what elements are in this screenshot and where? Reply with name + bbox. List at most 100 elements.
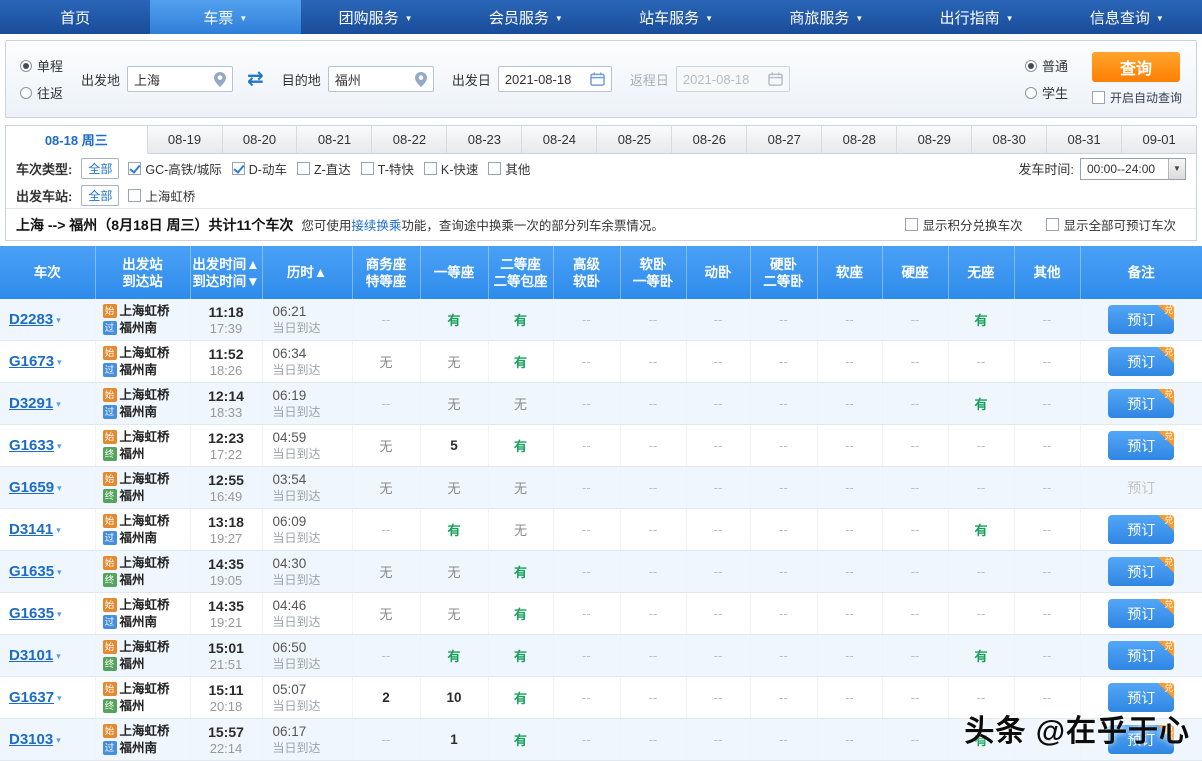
student-passenger-radio[interactable]: 学生 — [1024, 83, 1068, 102]
expand-train-icon[interactable]: ▾ — [57, 609, 62, 619]
expand-train-icon[interactable]: ▾ — [56, 525, 61, 535]
train-number-link[interactable]: G1659 — [9, 479, 54, 496]
depart-time-select[interactable]: 00:00--24:00 ▼ — [1080, 157, 1186, 180]
nav-item[interactable]: 会员服务 ▼ — [451, 0, 601, 34]
display-options: 显示积分兑换车次 显示全部可预订车次 — [905, 215, 1186, 234]
train-number-link[interactable]: D3101 — [9, 647, 53, 664]
date-tab[interactable]: 09-01 — [1122, 126, 1196, 153]
date-tab[interactable]: 08-29 — [897, 126, 973, 153]
times-cell: 14:35 19:05 — [190, 550, 263, 593]
one-way-radio[interactable]: 单程 — [20, 56, 63, 75]
nav-item[interactable]: 出行指南 ▼ — [902, 0, 1052, 34]
expand-train-icon[interactable]: ▾ — [56, 651, 61, 661]
filter-checkbox[interactable]: GC-高铁/城际 — [128, 159, 222, 178]
seat-availability: -- — [882, 592, 949, 635]
show-points-checkbox[interactable]: 显示积分兑换车次 — [905, 215, 1022, 234]
table-row: G1635 ▾ 始 上海虹桥 过 福州南 14:35 19:21 04:46 当日… — [0, 592, 1202, 635]
column-header[interactable]: 历时▲ — [262, 246, 353, 299]
expand-train-icon[interactable]: ▾ — [57, 357, 62, 367]
show-all-bookable-checkbox[interactable]: 显示全部可预订车次 — [1046, 215, 1176, 234]
date-tab[interactable]: 08-19 — [148, 126, 223, 153]
from-city-input[interactable]: 上海 — [127, 66, 234, 92]
book-button[interactable]: 预订兑 — [1108, 725, 1175, 754]
date-tab[interactable]: 08-28 — [822, 126, 898, 153]
train-number-link[interactable]: G1635 — [9, 605, 54, 622]
return-date-input[interactable]: 2021-08-18 — [675, 66, 790, 92]
book-button[interactable]: 预订兑 — [1108, 557, 1175, 586]
date-tab[interactable]: 08-23 — [447, 126, 523, 153]
expand-train-icon[interactable]: ▾ — [57, 483, 62, 493]
train-number-link[interactable]: G1637 — [9, 689, 54, 706]
book-button[interactable]: 预订兑 — [1108, 347, 1175, 376]
book-button[interactable]: 预订兑 — [1108, 389, 1175, 418]
expand-train-icon[interactable]: ▾ — [57, 693, 62, 703]
book-button[interactable]: 预订兑 — [1108, 305, 1175, 334]
depart-date-field: 出发日 2021-08-18 — [452, 66, 612, 92]
round-trip-label: 往返 — [37, 86, 64, 101]
book-button[interactable]: 预订兑 — [1108, 599, 1175, 628]
auto-query-checkbox[interactable]: 开启自动查询 — [1091, 89, 1182, 106]
end-station-tag-icon: 终 — [102, 489, 117, 503]
nav-item[interactable]: 车票 ▼ — [150, 0, 301, 34]
swap-cities-icon[interactable]: ⇄ — [247, 69, 264, 89]
train-cell: G1635 ▾ — [0, 592, 96, 635]
date-tab[interactable]: 08-30 — [972, 126, 1048, 153]
nav-item[interactable]: 信息查询 ▼ — [1052, 0, 1202, 34]
seat-availability: 无 — [420, 550, 489, 593]
train-number-link[interactable]: G1635 — [9, 563, 54, 580]
column-header[interactable]: 出发时间▲ 到达时间▼ — [190, 246, 263, 299]
return-date-value: 2021-08-18 — [682, 71, 750, 87]
date-tab[interactable]: 08-31 — [1047, 126, 1123, 153]
filter-checkbox[interactable]: T-特快 — [360, 159, 414, 178]
date-tab[interactable]: 08-20 — [223, 126, 298, 153]
book-button[interactable]: 预订兑 — [1108, 683, 1175, 712]
seat-availability: 有 — [488, 340, 554, 383]
station-all-button[interactable]: 全部 — [81, 185, 120, 206]
seat-availability: -- — [750, 508, 818, 551]
train-number-link[interactable]: G1633 — [9, 437, 54, 454]
filter-checkbox[interactable]: 上海虹桥 — [128, 186, 195, 205]
nav-item[interactable]: 站车服务 ▼ — [601, 0, 751, 34]
book-button[interactable]: 预订兑 — [1108, 641, 1175, 670]
stations-cell: 始 上海虹桥 过 福州南 — [95, 592, 191, 635]
transfer-link[interactable]: 接续换乘 — [351, 219, 401, 233]
expand-train-icon[interactable]: ▾ — [57, 567, 62, 577]
expand-train-icon[interactable]: ▾ — [56, 315, 61, 325]
filter-checkbox[interactable]: 其他 — [488, 159, 530, 178]
train-type-all-button[interactable]: 全部 — [81, 158, 120, 179]
arrive-time: 17:22 — [209, 446, 243, 462]
date-tab[interactable]: 08-24 — [522, 126, 598, 153]
to-city-input[interactable]: 福州 — [327, 66, 434, 92]
stations-cell: 始 上海虹桥 过 福州南 — [95, 508, 191, 551]
book-button[interactable]: 预订兑 — [1108, 515, 1175, 544]
date-tab[interactable]: 08-25 — [597, 126, 673, 153]
expand-train-icon[interactable]: ▾ — [57, 441, 62, 451]
expand-train-icon[interactable]: ▾ — [56, 399, 61, 409]
train-number-link[interactable]: D3141 — [9, 521, 53, 538]
checkbox-icon — [128, 162, 142, 175]
filter-checkbox[interactable]: D-动车 — [231, 159, 287, 178]
query-button[interactable]: 查询 — [1091, 52, 1180, 82]
train-number-link[interactable]: G1673 — [9, 353, 54, 370]
train-number-link[interactable]: D3103 — [9, 731, 53, 748]
seat-availability: 无 — [352, 340, 421, 383]
date-tab[interactable]: 08-22 — [372, 126, 448, 153]
date-tab[interactable]: 08-18 周三 — [6, 126, 148, 154]
from-station: 上海虹桥 — [119, 513, 170, 528]
date-tab[interactable]: 08-26 — [672, 126, 748, 153]
normal-passenger-radio[interactable]: 普通 — [1024, 56, 1068, 75]
filter-checkbox[interactable]: K-快速 — [423, 159, 478, 178]
nav-item[interactable]: 商旅服务 ▼ — [751, 0, 901, 34]
round-trip-radio[interactable]: 往返 — [20, 83, 63, 102]
date-tab[interactable]: 08-27 — [747, 126, 823, 153]
depart-date-input[interactable]: 2021-08-18 — [497, 66, 612, 92]
nav-item[interactable]: 首页 — [0, 0, 150, 34]
expand-train-icon[interactable]: ▾ — [56, 735, 61, 745]
train-number-link[interactable]: D2283 — [9, 311, 53, 328]
filter-checkbox[interactable]: Z-直达 — [296, 159, 351, 178]
date-tab[interactable]: 08-21 — [297, 126, 373, 153]
end-station-tag-icon: 过 — [102, 363, 117, 377]
nav-item[interactable]: 团购服务 ▼ — [301, 0, 451, 34]
book-button[interactable]: 预订兑 — [1108, 431, 1175, 460]
train-number-link[interactable]: D3291 — [9, 395, 53, 412]
